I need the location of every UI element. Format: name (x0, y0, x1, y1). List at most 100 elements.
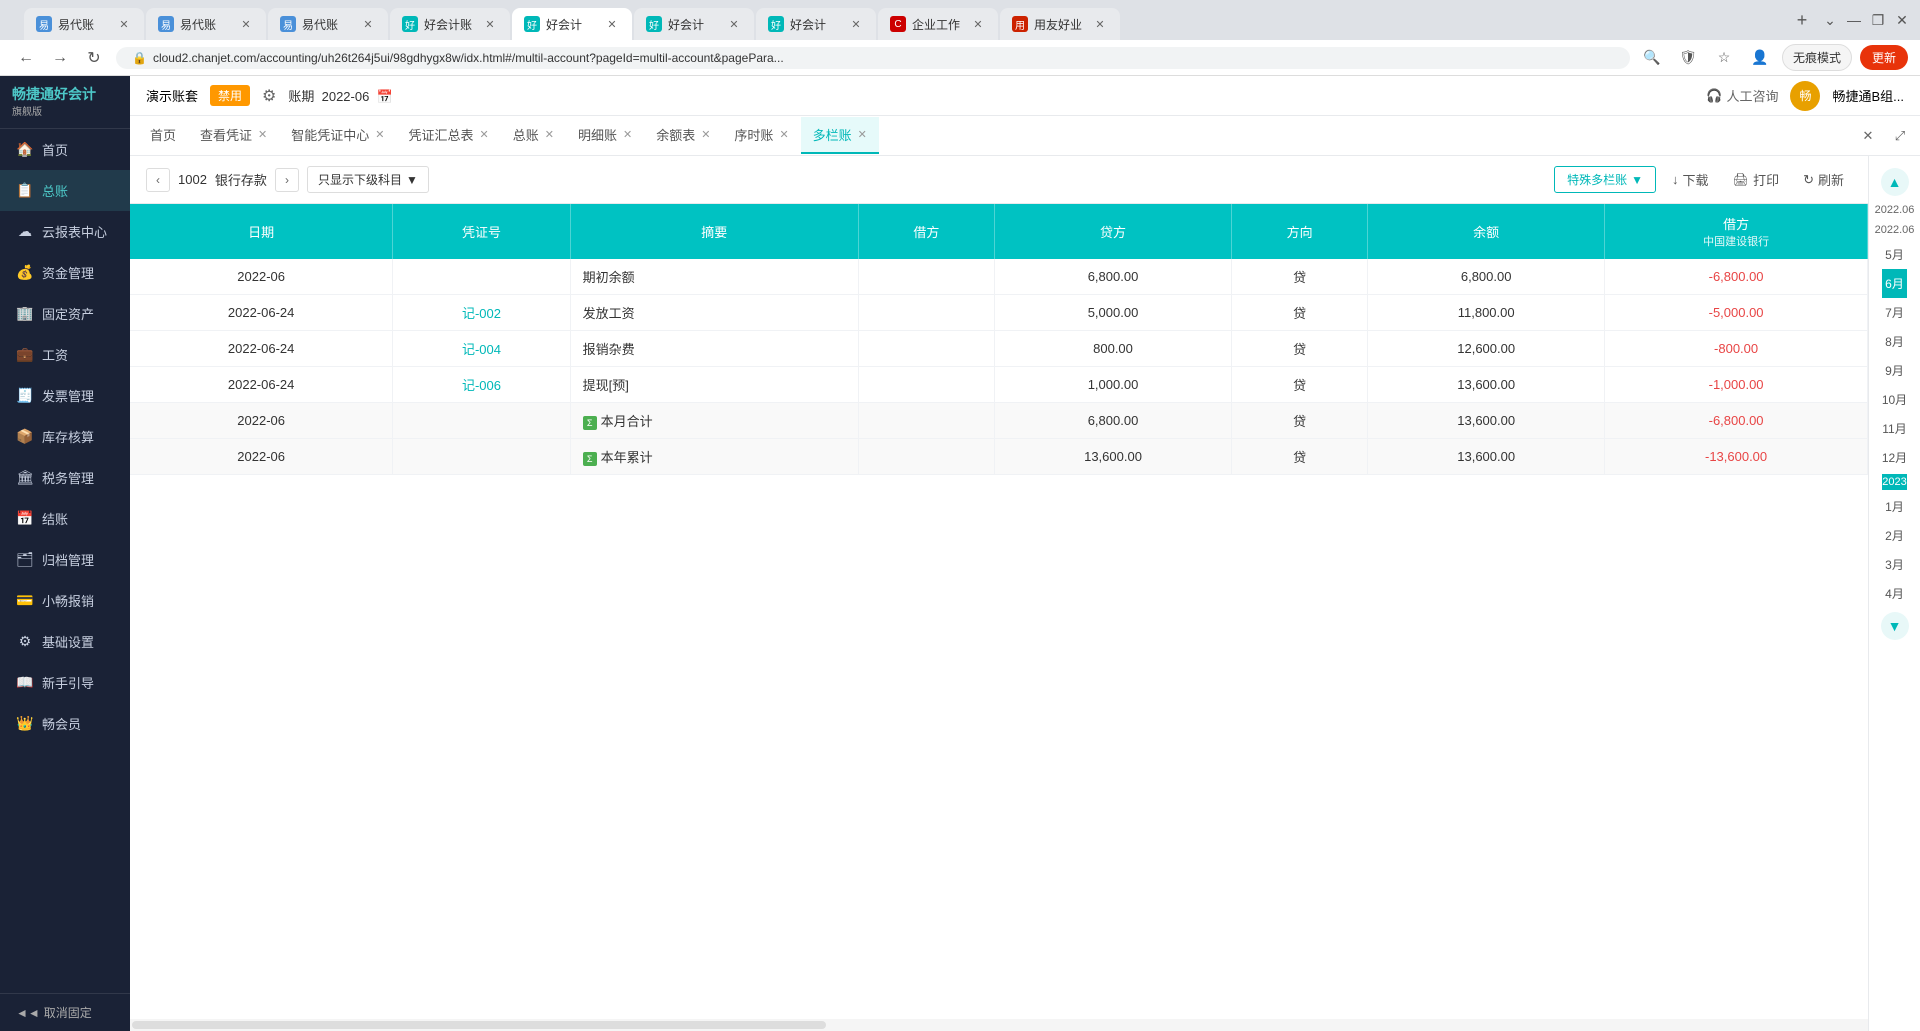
back-button[interactable]: ← (12, 44, 40, 72)
unpin-button[interactable]: ◄◄ 取消固定 (16, 1004, 114, 1021)
tab-close-button[interactable]: ✕ (360, 16, 376, 32)
month-2022-8月[interactable]: 8月 (1882, 327, 1907, 356)
settings-icon[interactable]: ⚙ (262, 86, 276, 106)
multi-col-button[interactable]: 特殊多栏账 ▼ (1554, 166, 1656, 193)
page-tab-close-general-ledger[interactable]: ✕ (545, 128, 554, 141)
page-tab-multi-col[interactable]: 多栏账✕ (801, 117, 879, 154)
page-tab-close-balance[interactable]: ✕ (701, 128, 710, 141)
search-icon[interactable]: 🔍 (1638, 44, 1666, 72)
next-account-button[interactable]: › (275, 168, 299, 192)
month-2022-6月[interactable]: 6月 (1882, 269, 1907, 298)
month-2022-12月[interactable]: 12月 (1882, 443, 1907, 472)
expand-panel-button[interactable]: ⤢ (1888, 124, 1912, 148)
profile-icon[interactable]: 👤 (1746, 44, 1774, 72)
refresh-button[interactable]: ↻ 刷新 (1795, 166, 1852, 193)
tab-close-button[interactable]: ✕ (604, 16, 620, 32)
scroll-up-button[interactable]: ▲ (1881, 168, 1909, 196)
star-icon[interactable]: ☆ (1710, 44, 1738, 72)
tab-close-button[interactable]: ✕ (116, 16, 132, 32)
page-tab-balance[interactable]: 余额表✕ (644, 117, 722, 154)
page-tab-home[interactable]: 首页 (138, 117, 188, 154)
url-bar[interactable]: 🔒 cloud2.chanjet.com/accounting/uh26t264… (116, 47, 1630, 69)
month-2022-7月[interactable]: 7月 (1882, 298, 1907, 327)
sidebar-item-cloud-report[interactable]: ☁ 云报表中心 (0, 211, 130, 252)
page-tab-smart-voucher[interactable]: 智能凭证中心✕ (279, 117, 396, 154)
wupinmo-button[interactable]: 无痕模式 (1782, 44, 1852, 71)
consult-button[interactable]: 🎧 人工咨询 (1706, 86, 1778, 105)
calendar-icon[interactable]: 📅 (377, 89, 393, 104)
page-tab-close-time-ledger[interactable]: ✕ (779, 128, 788, 141)
browser-tab-1[interactable]: 易 易代账 ✕ (24, 8, 144, 40)
scroll-down-button[interactable]: ▼ (1881, 612, 1909, 640)
print-button[interactable]: 🖨 打印 (1725, 166, 1788, 193)
sidebar-item-fixed-assets[interactable]: 🏢 固定资产 (0, 293, 130, 334)
browser-tab-8[interactable]: C 企业工作 ✕ (878, 8, 998, 40)
month-2022-11月[interactable]: 11月 (1882, 414, 1907, 443)
refresh-button[interactable]: ↻ (80, 44, 108, 72)
sidebar-item-member[interactable]: 👑 畅会员 (0, 703, 130, 744)
filter-select[interactable]: 只显示下级科目 ▼ (307, 166, 429, 193)
tab-close-button[interactable]: ✕ (848, 16, 864, 32)
sidebar-item-settings[interactable]: ⚙ 基础设置 (0, 621, 130, 662)
sidebar-item-ledger[interactable]: 📋 总账 (0, 170, 130, 211)
sidebar-item-invoice[interactable]: 🧾 发票管理 (0, 375, 130, 416)
minimize-button[interactable]: — (1844, 10, 1864, 30)
page-tab-close-multi-col[interactable]: ✕ (858, 128, 867, 141)
tab-close-button[interactable]: ✕ (1092, 16, 1108, 32)
tab-nav-right[interactable]: + ⌄ — ❐ ✕ (1788, 6, 1912, 34)
page-tab-time-ledger[interactable]: 序时账✕ (722, 117, 800, 154)
page-tab-close-voucher-summary[interactable]: ✕ (480, 128, 489, 141)
new-tab-button[interactable]: + (1788, 6, 1816, 34)
page-tab-voucher-view[interactable]: 查看凭证✕ (188, 117, 279, 154)
prev-account-button[interactable]: ‹ (146, 168, 170, 192)
chevron-down-icon[interactable]: ⌄ (1820, 10, 1840, 30)
month-2022-10月[interactable]: 10月 (1882, 385, 1907, 414)
voucher-link[interactable]: 记-006 (462, 378, 501, 393)
forward-button[interactable]: → (46, 44, 74, 72)
browser-tab-6[interactable]: 好 好会计 ✕ (634, 8, 754, 40)
browser-tab-9[interactable]: 用 用友好业 ✕ (1000, 8, 1120, 40)
month-2023-2月[interactable]: 2月 (1882, 521, 1907, 550)
tab-close-button[interactable]: ✕ (726, 16, 742, 32)
month-2023-3月[interactable]: 3月 (1882, 550, 1907, 579)
sidebar-item-home[interactable]: 🏠 首页 (0, 129, 130, 170)
browser-tab-7[interactable]: 好 好会计 ✕ (756, 8, 876, 40)
sidebar-item-archive[interactable]: 🗂 归档管理 (0, 539, 130, 580)
sidebar-item-close[interactable]: 📅 结账 (0, 498, 130, 539)
month-2022-5月[interactable]: 5月 (1882, 240, 1907, 269)
demo-label: 演示账套 (146, 86, 198, 105)
page-tab-general-ledger[interactable]: 总账✕ (501, 117, 566, 154)
sidebar-item-guide[interactable]: 📖 新手引导 (0, 662, 130, 703)
update-button[interactable]: 更新 (1860, 45, 1908, 70)
voucher-link[interactable]: 记-002 (462, 306, 501, 321)
page-tab-detail-ledger[interactable]: 明细账✕ (566, 117, 644, 154)
scrollbar-thumb[interactable] (132, 1021, 826, 1029)
download-button[interactable]: ↓ 下载 (1664, 166, 1717, 193)
sidebar-item-inventory[interactable]: 📦 库存核算 (0, 416, 130, 457)
sidebar-item-expense[interactable]: 💳 小畅报销 (0, 580, 130, 621)
page-tab-voucher-summary[interactable]: 凭证汇总表✕ (396, 117, 500, 154)
page-tab-close-smart-voucher[interactable]: ✕ (375, 128, 384, 141)
tab-close-button[interactable]: ✕ (970, 16, 986, 32)
tab-close-button[interactable]: ✕ (238, 16, 254, 32)
browser-tab-3[interactable]: 易 易代账 ✕ (268, 8, 388, 40)
voucher-link[interactable]: 记-004 (462, 342, 501, 357)
shield-icon[interactable]: 🛡 (1674, 44, 1702, 72)
browser-tab-4[interactable]: 好 好会计账 ✕ (390, 8, 510, 40)
sidebar-item-salary[interactable]: 💼 工资 (0, 334, 130, 375)
maximize-button[interactable]: ❐ (1868, 10, 1888, 30)
browser-tab-2[interactable]: 易 易代账 ✕ (146, 8, 266, 40)
horizontal-scrollbar[interactable] (130, 1019, 1868, 1031)
sidebar-item-tax[interactable]: 🏛 税务管理 (0, 457, 130, 498)
browser-tab-5[interactable]: 好 好会计 ✕ (512, 8, 632, 40)
page-tab-close-detail-ledger[interactable]: ✕ (623, 128, 632, 141)
close-panel-button[interactable]: ✕ (1856, 124, 1880, 148)
page-tab-close-voucher-view[interactable]: ✕ (258, 128, 267, 141)
tab-close-button[interactable]: ✕ (482, 16, 498, 32)
close-button[interactable]: ✕ (1892, 10, 1912, 30)
month-2023-4月[interactable]: 4月 (1882, 579, 1907, 608)
month-2023-1月[interactable]: 1月 (1882, 492, 1907, 521)
sidebar-item-fund[interactable]: 💰 资金管理 (0, 252, 130, 293)
month-2022-9月[interactable]: 9月 (1882, 356, 1907, 385)
account-nav: ‹ 1002 银行存款 › (146, 168, 299, 192)
